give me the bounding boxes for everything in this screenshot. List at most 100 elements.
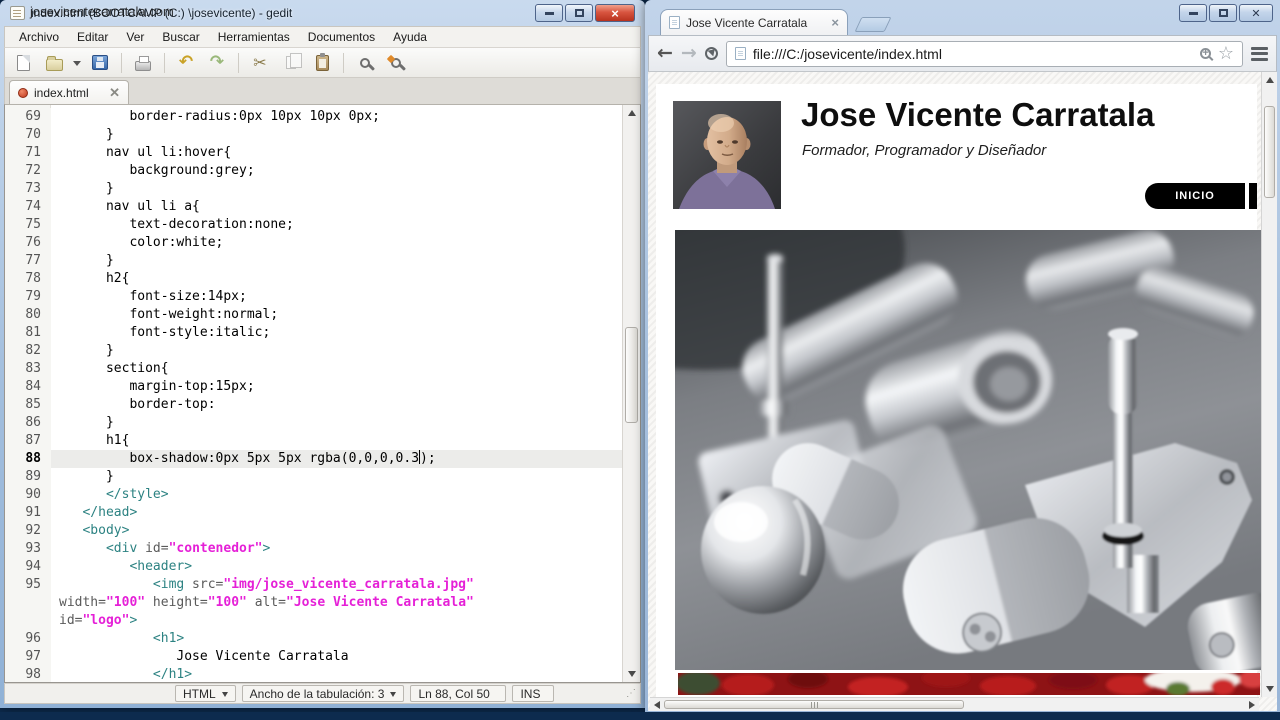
browser-vertical-scrollbar[interactable]: [1261, 72, 1277, 697]
chrome-maximize-button[interactable]: [1209, 4, 1237, 22]
code-line: 72 background:grey;: [5, 162, 622, 180]
save-icon: [92, 55, 108, 70]
print-button[interactable]: [131, 51, 155, 75]
back-button[interactable]: ←: [657, 44, 673, 63]
scroll-left-arrow[interactable]: [650, 698, 664, 711]
watermark-text: josevicentecarratala.com: [30, 4, 174, 19]
code-line: 94 <header>: [5, 558, 622, 576]
menu-archivo[interactable]: Archivo: [11, 28, 67, 46]
menu-ver[interactable]: Ver: [118, 28, 152, 46]
menu-herramientas[interactable]: Herramientas: [210, 28, 298, 46]
bookmark-star-icon[interactable]: ☆: [1218, 44, 1234, 63]
undo-button[interactable]: ↶: [174, 51, 198, 75]
code-line: 88 box-shadow:0px 5px 5px rgba(0,0,0,0.3…: [5, 450, 622, 468]
gedit-editor[interactable]: 69 border-radius:0px 10px 10px 0px; 70 } 7…: [4, 104, 641, 683]
menu-buscar[interactable]: Buscar: [154, 28, 207, 46]
browser-hscroll-thumb[interactable]: [664, 700, 964, 709]
find-replace-icon: [391, 57, 401, 68]
find-icon: [360, 57, 370, 68]
scroll-down-arrow[interactable]: [623, 666, 640, 682]
gedit-tab-close-icon[interactable]: ✕: [109, 86, 120, 99]
close-icon: ×: [611, 5, 619, 21]
code-line: 97 Jose Vicente Carratala: [5, 648, 622, 666]
redo-button[interactable]: ↷: [205, 51, 229, 75]
url-page-icon: [734, 47, 746, 60]
gedit-maximize-button[interactable]: [565, 4, 593, 22]
new-document-button[interactable]: [11, 51, 35, 75]
chevron-down-icon: [221, 691, 228, 700]
code-line: 79 font-size:14px;: [5, 288, 622, 306]
chrome-close-button[interactable]: ✕: [1239, 4, 1273, 22]
cut-button[interactable]: ✂: [248, 51, 272, 75]
redo-icon: ↷: [209, 52, 225, 72]
code-line: 86 }: [5, 414, 622, 432]
menu-editar[interactable]: Editar: [69, 28, 116, 46]
browser-horizontal-scrollbar[interactable]: [650, 697, 1259, 711]
code-line: 95 <img src="img/jose_vicente_carratala.…: [5, 576, 622, 594]
url-text[interactable]: file:///C:/josevicente/index.html: [753, 46, 1193, 62]
code-line: 75 text-decoration:none;: [5, 216, 622, 234]
code-line: 74 nav ul li a{: [5, 198, 622, 216]
copy-button[interactable]: [279, 51, 303, 75]
code-line: 85 border-top:: [5, 396, 622, 414]
browser-scroll-thumb[interactable]: [1264, 106, 1275, 198]
language-selector[interactable]: HTML: [175, 685, 236, 702]
cursor-position-label: Ln 88, Col 50: [418, 686, 490, 701]
scroll-up-arrow[interactable]: [1262, 72, 1277, 88]
code-line: 71 nav ul li:hover{: [5, 144, 622, 162]
reload-button[interactable]: [704, 47, 718, 60]
nav-inicio-label: INICIO: [1175, 190, 1215, 202]
scroll-up-arrow[interactable]: [623, 105, 640, 121]
nav-edge-strip: [1249, 183, 1257, 209]
chrome-tab[interactable]: Jose Vicente Carratala ×: [660, 9, 848, 35]
insert-mode-label: INS: [520, 686, 541, 701]
code-line: 98 </h1>: [5, 666, 622, 682]
find-button[interactable]: [353, 51, 377, 75]
new-tab-button[interactable]: [854, 17, 892, 32]
forward-button[interactable]: →: [681, 44, 697, 63]
chrome-tab-strip[interactable]: ✕ Jose Vicente Carratala ×: [648, 0, 1277, 35]
insert-mode: INS: [512, 685, 555, 702]
chrome-minimize-button[interactable]: [1179, 4, 1207, 22]
menu-ayuda[interactable]: Ayuda: [385, 28, 435, 46]
scroll-right-arrow[interactable]: [1245, 698, 1259, 711]
find-replace-button[interactable]: [384, 51, 408, 75]
chrome-menu-icon[interactable]: [1251, 46, 1268, 61]
code-line: 77 }: [5, 252, 622, 270]
screen: index.html (BOOTCAMP (C:) \josevicente) …: [0, 0, 1280, 720]
strawberries-image: [678, 673, 1260, 695]
zoom-icon[interactable]: [1199, 47, 1211, 59]
menu-documentos[interactable]: Documentos: [300, 28, 383, 46]
code-line: 73 }: [5, 180, 622, 198]
code-line: 81 font-style:italic;: [5, 324, 622, 342]
gedit-close-button[interactable]: ×: [595, 4, 635, 22]
chevron-down-icon: [390, 691, 397, 700]
save-button[interactable]: [88, 51, 112, 75]
gedit-status-bar: HTML Ancho de la tabulación: 3 Ln 88, Co…: [4, 683, 641, 704]
unsaved-indicator-icon: [18, 87, 28, 98]
chrome-tab-close-icon[interactable]: ×: [831, 16, 839, 29]
gedit-window: index.html (BOOTCAMP (C:) \josevicente) …: [0, 0, 645, 708]
gedit-minimize-button[interactable]: [535, 4, 563, 22]
code-line: 76 color:white;: [5, 234, 622, 252]
gedit-tab-indexhtml[interactable]: index.html ✕: [9, 80, 129, 104]
new-document-icon: [16, 54, 30, 71]
code-line: 89 }: [5, 468, 622, 486]
code-line: 70 }: [5, 126, 622, 144]
paste-button[interactable]: [310, 51, 334, 75]
gedit-vertical-scrollbar[interactable]: [622, 105, 640, 682]
gedit-tab-bar: index.html ✕: [4, 78, 641, 104]
tab-width-selector[interactable]: Ancho de la tabulación: 3: [241, 685, 405, 702]
resize-grip[interactable]: ⋰: [626, 688, 636, 699]
open-dropdown-icon[interactable]: [73, 60, 81, 70]
gedit-toolbar: ↶ ↷ ✂: [4, 48, 641, 78]
scroll-down-arrow[interactable]: [1262, 681, 1277, 697]
favicon-page-icon: [669, 16, 680, 29]
gedit-scroll-thumb[interactable]: [625, 327, 638, 423]
page-subtitle: Formador, Programador y Diseñador: [802, 142, 1047, 159]
gedit-menu-bar: Archivo Editar Ver Buscar Herramientas Docume…: [4, 26, 641, 48]
open-button[interactable]: [42, 51, 66, 75]
undo-icon: ↶: [178, 52, 194, 72]
nav-inicio-button[interactable]: INICIO: [1145, 183, 1245, 209]
address-bar[interactable]: file:///C:/josevicente/index.html ☆: [725, 40, 1243, 67]
